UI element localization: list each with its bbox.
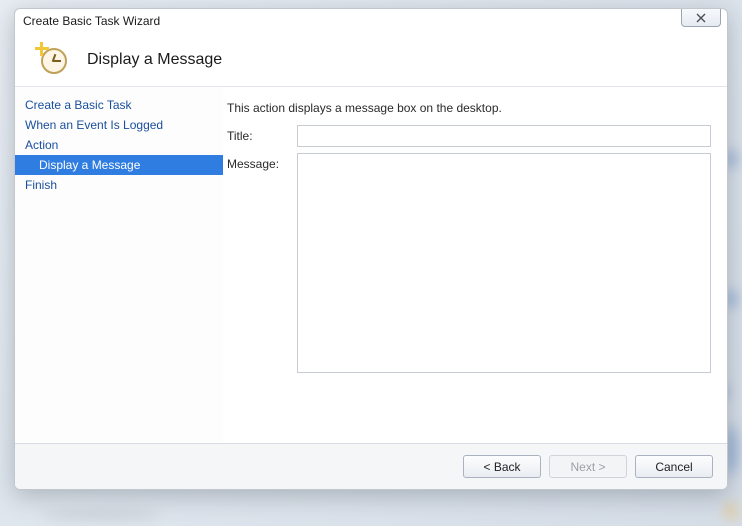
close-icon (696, 13, 706, 23)
wizard-nav: Create a Basic TaskWhen an Event Is Logg… (15, 87, 223, 443)
wizard-window: Create Basic Task Wizard Display a Messa… (14, 8, 728, 490)
title-input[interactable] (297, 125, 711, 147)
window-title: Create Basic Task Wizard (23, 14, 160, 28)
clock-sparkle-icon (35, 42, 71, 78)
next-button: Next > (549, 455, 627, 478)
message-textarea[interactable] (297, 153, 711, 373)
nav-step-4[interactable]: Finish (15, 175, 223, 195)
wizard-form: This action displays a message box on th… (223, 87, 727, 443)
title-label: Title: (227, 125, 287, 143)
nav-step-0[interactable]: Create a Basic Task (15, 95, 223, 115)
wizard-header: Display a Message (15, 33, 727, 87)
page-heading: Display a Message (87, 51, 222, 69)
nav-step-1[interactable]: When an Event Is Logged (15, 115, 223, 135)
titlebar: Create Basic Task Wizard (15, 9, 727, 33)
cancel-button[interactable]: Cancel (635, 455, 713, 478)
form-description: This action displays a message box on th… (227, 101, 711, 115)
nav-step-3[interactable]: Display a Message (15, 155, 223, 175)
close-button[interactable] (681, 9, 721, 27)
wizard-footer: < Back Next > Cancel (15, 443, 727, 489)
message-label: Message: (227, 153, 287, 171)
back-button[interactable]: < Back (463, 455, 541, 478)
nav-step-2[interactable]: Action (15, 135, 223, 155)
